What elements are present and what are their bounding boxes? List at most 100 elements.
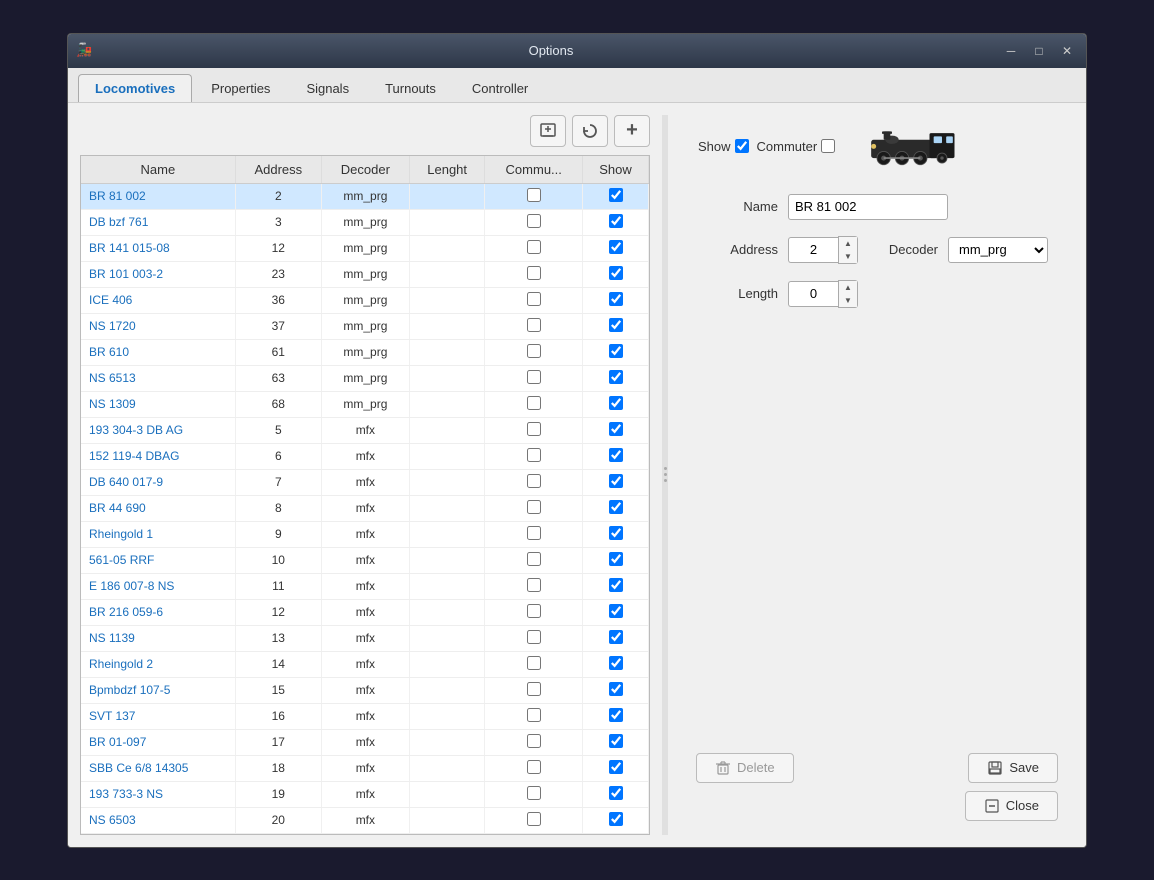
table-row[interactable]: E 186 007-8 NS11mfx	[81, 573, 649, 599]
commuter-row-checkbox[interactable]	[527, 526, 541, 540]
tab-properties[interactable]: Properties	[194, 74, 287, 102]
commuter-row-checkbox[interactable]	[527, 370, 541, 384]
tab-signals[interactable]: Signals	[289, 74, 366, 102]
cell-show[interactable]	[583, 521, 649, 547]
cell-show[interactable]	[583, 183, 649, 209]
cell-commuter[interactable]	[485, 495, 583, 521]
table-row[interactable]: DB bzf 7613mm_prg	[81, 209, 649, 235]
show-row-checkbox[interactable]	[609, 474, 623, 488]
maximize-button[interactable]: □	[1028, 42, 1050, 60]
table-row[interactable]: 561-05 RRF10mfx	[81, 547, 649, 573]
show-row-checkbox[interactable]	[609, 656, 623, 670]
show-row-checkbox[interactable]	[609, 500, 623, 514]
reset-button[interactable]	[572, 115, 608, 147]
cell-commuter[interactable]	[485, 469, 583, 495]
cell-commuter[interactable]	[485, 807, 583, 833]
cell-commuter[interactable]	[485, 573, 583, 599]
cell-show[interactable]	[583, 391, 649, 417]
commuter-row-checkbox[interactable]	[527, 448, 541, 462]
table-row[interactable]: Bpmbdzf 107-515mfx	[81, 677, 649, 703]
cell-commuter[interactable]	[485, 625, 583, 651]
length-input[interactable]	[788, 281, 838, 307]
cell-show[interactable]	[583, 339, 649, 365]
commuter-row-checkbox[interactable]	[527, 292, 541, 306]
commuter-row-checkbox[interactable]	[527, 760, 541, 774]
show-row-checkbox[interactable]	[609, 214, 623, 228]
import-button[interactable]	[530, 115, 566, 147]
length-up-button[interactable]: ▲	[839, 281, 857, 294]
cell-show[interactable]	[583, 235, 649, 261]
cell-commuter[interactable]	[485, 391, 583, 417]
commuter-row-checkbox[interactable]	[527, 578, 541, 592]
commuter-row-checkbox[interactable]	[527, 396, 541, 410]
commuter-row-checkbox[interactable]	[527, 344, 541, 358]
address-up-button[interactable]: ▲	[839, 237, 857, 250]
show-row-checkbox[interactable]	[609, 318, 623, 332]
cell-commuter[interactable]	[485, 547, 583, 573]
cell-commuter[interactable]	[485, 703, 583, 729]
show-row-checkbox[interactable]	[609, 344, 623, 358]
show-row-checkbox[interactable]	[609, 422, 623, 436]
tab-turnouts[interactable]: Turnouts	[368, 74, 453, 102]
cell-commuter[interactable]	[485, 183, 583, 209]
cell-show[interactable]	[583, 209, 649, 235]
decoder-select[interactable]: mm_prg mfx dcc sx1	[948, 237, 1048, 263]
show-row-checkbox[interactable]	[609, 292, 623, 306]
show-row-checkbox[interactable]	[609, 734, 623, 748]
table-row[interactable]: 193 304-3 DB AG5mfx	[81, 417, 649, 443]
table-row[interactable]: 193 733-3 NS19mfx	[81, 781, 649, 807]
table-row[interactable]: BR 101 003-223mm_prg	[81, 261, 649, 287]
commuter-row-checkbox[interactable]	[527, 734, 541, 748]
length-down-button[interactable]: ▼	[839, 294, 857, 307]
table-row[interactable]: BR 01-09717mfx	[81, 729, 649, 755]
show-row-checkbox[interactable]	[609, 578, 623, 592]
cell-show[interactable]	[583, 365, 649, 391]
table-row[interactable]: ICE 40636mm_prg	[81, 287, 649, 313]
show-row-checkbox[interactable]	[609, 786, 623, 800]
cell-commuter[interactable]	[485, 781, 583, 807]
cell-show[interactable]	[583, 261, 649, 287]
cell-commuter[interactable]	[485, 521, 583, 547]
show-row-checkbox[interactable]	[609, 630, 623, 644]
cell-commuter[interactable]	[485, 729, 583, 755]
name-input[interactable]	[788, 194, 948, 220]
show-row-checkbox[interactable]	[609, 604, 623, 618]
cell-commuter[interactable]	[485, 261, 583, 287]
cell-show[interactable]	[583, 755, 649, 781]
cell-show[interactable]	[583, 625, 649, 651]
cell-show[interactable]	[583, 729, 649, 755]
table-row[interactable]: 152 119-4 DBAG6mfx	[81, 443, 649, 469]
minimize-button[interactable]: ─	[1000, 42, 1022, 60]
commuter-row-checkbox[interactable]	[527, 266, 541, 280]
cell-commuter[interactable]	[485, 755, 583, 781]
cell-show[interactable]	[583, 573, 649, 599]
cell-commuter[interactable]	[485, 209, 583, 235]
close-button[interactable]: Close	[965, 791, 1058, 821]
cell-show[interactable]	[583, 807, 649, 833]
commuter-row-checkbox[interactable]	[527, 786, 541, 800]
show-row-checkbox[interactable]	[609, 396, 623, 410]
show-row-checkbox[interactable]	[609, 552, 623, 566]
cell-show[interactable]	[583, 417, 649, 443]
address-down-button[interactable]: ▼	[839, 250, 857, 263]
show-row-checkbox[interactable]	[609, 526, 623, 540]
address-input[interactable]	[788, 237, 838, 263]
commuter-row-checkbox[interactable]	[527, 682, 541, 696]
cell-show[interactable]	[583, 469, 649, 495]
cell-show[interactable]	[583, 703, 649, 729]
cell-commuter[interactable]	[485, 287, 583, 313]
add-button[interactable]: +	[614, 115, 650, 147]
show-row-checkbox[interactable]	[609, 266, 623, 280]
tab-locomotives[interactable]: Locomotives	[78, 74, 192, 102]
cell-commuter[interactable]	[485, 599, 583, 625]
commuter-checkbox[interactable]	[821, 139, 835, 153]
table-row[interactable]: NS 113913mfx	[81, 625, 649, 651]
commuter-row-checkbox[interactable]	[527, 630, 541, 644]
commuter-row-checkbox[interactable]	[527, 708, 541, 722]
commuter-row-checkbox[interactable]	[527, 604, 541, 618]
cell-show[interactable]	[583, 547, 649, 573]
cell-show[interactable]	[583, 651, 649, 677]
table-row[interactable]: NS 651363mm_prg	[81, 365, 649, 391]
cell-show[interactable]	[583, 287, 649, 313]
cell-commuter[interactable]	[485, 677, 583, 703]
